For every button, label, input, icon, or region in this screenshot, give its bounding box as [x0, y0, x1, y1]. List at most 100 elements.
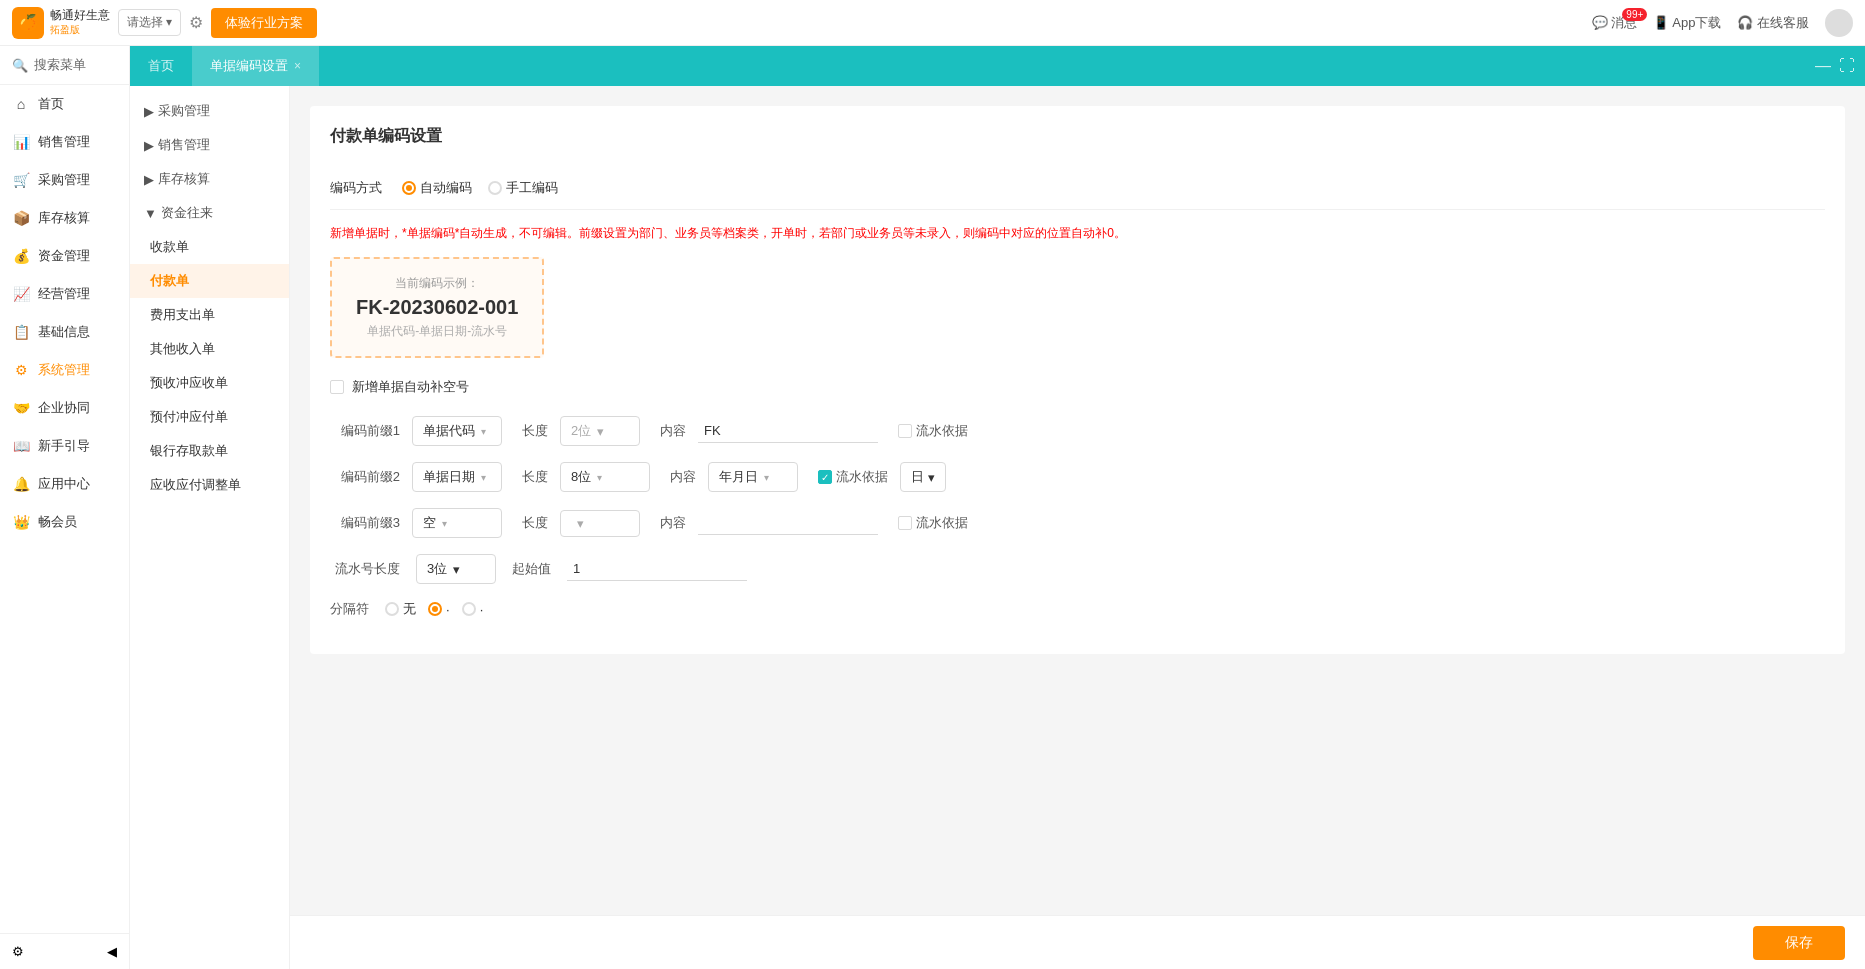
search-icon: 🔍: [12, 58, 28, 73]
prefix2-select[interactable]: 单据日期 ▾: [412, 462, 502, 492]
length1-select[interactable]: 2位 ▾: [560, 416, 640, 446]
sidebar-footer: ⚙ ◀: [0, 933, 129, 969]
sep-dash-option[interactable]: ·: [428, 602, 450, 617]
sidebar-search[interactable]: 🔍 搜索菜单: [0, 46, 129, 85]
auto-code-radio-circle: [402, 181, 416, 195]
maximize-icon[interactable]: ⛶: [1839, 57, 1855, 75]
serial3-check[interactable]: 流水依据: [898, 514, 968, 532]
sidebar-item-inventory[interactable]: 📦 库存核算: [0, 199, 129, 237]
prefix2-arrow: ▾: [481, 472, 486, 483]
sep-label: 分隔符: [330, 600, 369, 618]
home-icon: ⌂: [12, 95, 30, 113]
main-layout: 🔍 搜索菜单 ⌂ 首页 📊 销售管理 🛒 采购管理 📦 库存核算 💰 资: [0, 46, 1865, 969]
header-left: 🍊 畅通好生意 拓盈版 请选择 ▾ ⚙ 体验行业方案: [12, 7, 317, 39]
app-download[interactable]: 📱 App下载: [1653, 14, 1721, 32]
sub-item-bank[interactable]: 银行存取款单: [130, 434, 289, 468]
serial3-checkbox[interactable]: [898, 516, 912, 530]
sidebar-item-home[interactable]: ⌂ 首页: [0, 85, 129, 123]
tab-bar: 首页 单据编码设置 × — ⛶: [130, 46, 1865, 86]
sep-options: 无 · ·: [385, 600, 483, 618]
sub-group-purchase-title[interactable]: ▶ 采购管理: [130, 94, 289, 128]
prefix1-select[interactable]: 单据代码 ▾: [412, 416, 502, 446]
tab-home[interactable]: 首页: [130, 46, 192, 86]
prefix1-arrow: ▾: [481, 426, 486, 437]
tab-code-setting[interactable]: 单据编码设置 ×: [192, 46, 319, 86]
sub-item-payment[interactable]: 付款单: [130, 264, 289, 298]
start-value-input[interactable]: [567, 557, 747, 581]
sub-item-expense[interactable]: 费用支出单: [130, 298, 289, 332]
day-select[interactable]: 日 ▾: [900, 462, 946, 492]
sub-item-pre-receivable[interactable]: 预收冲应收单: [130, 366, 289, 400]
content-area: ▶ 采购管理 ▶ 销售管理 ▶ 库存核算: [130, 86, 1865, 969]
guide-icon: 📖: [12, 437, 30, 455]
sidebar-item-purchase[interactable]: 🛒 采购管理: [0, 161, 129, 199]
sub-group-arrow-purchase: ▶: [144, 104, 154, 119]
sidebar-item-system[interactable]: ⚙ 系统管理: [0, 351, 129, 389]
message-area[interactable]: 💬 消息 99+: [1592, 14, 1638, 32]
auto-code-radio[interactable]: 自动编码: [402, 179, 472, 197]
settings-footer-icon[interactable]: ⚙: [12, 944, 24, 959]
prefix1-label: 编码前缀1: [330, 422, 400, 440]
example-box: 当前编码示例： FK-20230602-001 单据代码-单据日期-流水号: [330, 257, 544, 358]
sub-item-pre-payable[interactable]: 预付冲应付单: [130, 400, 289, 434]
sidebar-item-finance[interactable]: 💰 资金管理: [0, 237, 129, 275]
message-badge: 99+: [1622, 8, 1647, 21]
company-dropdown[interactable]: 请选择 ▾: [118, 9, 181, 36]
tab-close-icon[interactable]: ×: [294, 59, 301, 73]
save-button[interactable]: 保存: [1753, 926, 1845, 960]
content2-select[interactable]: 年月日 ▾: [708, 462, 798, 492]
manual-code-radio[interactable]: 手工编码: [488, 179, 558, 197]
sub-group-arrow-sales: ▶: [144, 138, 154, 153]
length2-select[interactable]: 8位 ▾: [560, 462, 650, 492]
sn-length-label: 流水号长度: [330, 560, 400, 578]
sep-dot-option[interactable]: ·: [462, 602, 484, 617]
sidebar-item-sales[interactable]: 📊 销售管理: [0, 123, 129, 161]
content1-input[interactable]: [698, 419, 878, 443]
prefix2-label: 编码前缀2: [330, 468, 400, 486]
basic-info-icon: 📋: [12, 323, 30, 341]
content3-input[interactable]: [698, 511, 878, 535]
settings-icon[interactable]: ⚙: [189, 13, 203, 32]
auto-fill-checkbox[interactable]: [330, 380, 344, 394]
sidebar-item-apps[interactable]: 🔔 应用中心: [0, 465, 129, 503]
sidebar-item-operations[interactable]: 📈 经营管理: [0, 275, 129, 313]
length3-select[interactable]: ▾: [560, 510, 640, 537]
online-service[interactable]: 🎧 在线客服: [1737, 14, 1809, 32]
serial1-check[interactable]: 流水依据: [898, 422, 968, 440]
sn-length-select[interactable]: 3位 ▾: [416, 554, 496, 584]
trial-button[interactable]: 体验行业方案: [211, 8, 317, 38]
enterprise-icon: 🤝: [12, 399, 30, 417]
page-title: 付款单编码设置: [330, 126, 1825, 147]
user-avatar[interactable]: [1825, 9, 1853, 37]
sub-item-adjustment[interactable]: 应收应付调整单: [130, 468, 289, 502]
serial2-check[interactable]: ✓ 流水依据: [818, 468, 888, 486]
sales-icon: 📊: [12, 133, 30, 151]
sub-group-inventory-title[interactable]: ▶ 库存核算: [130, 162, 289, 196]
sub-item-other-income[interactable]: 其他收入单: [130, 332, 289, 366]
prefix3-select[interactable]: 空 ▾: [412, 508, 502, 538]
length2-arrow: ▾: [597, 472, 602, 483]
top-header: 🍊 畅通好生意 拓盈版 请选择 ▾ ⚙ 体验行业方案 💬 消息 99+ 📱 Ap…: [0, 0, 1865, 46]
inventory-icon: 📦: [12, 209, 30, 227]
sidebar-item-member[interactable]: 👑 畅会员: [0, 503, 129, 541]
sub-group-sales-title[interactable]: ▶ 销售管理: [130, 128, 289, 162]
sub-group-capital-title[interactable]: ▼ 资金往来: [130, 196, 289, 230]
system-icon: ⚙: [12, 361, 30, 379]
minimize-icon[interactable]: —: [1815, 57, 1831, 75]
sep-row: 分隔符 无 ·: [330, 600, 1825, 618]
logo-text: 畅通好生意 拓盈版: [50, 8, 110, 38]
length3-arrow: ▾: [577, 516, 584, 531]
sidebar-item-enterprise[interactable]: 🤝 企业协同: [0, 389, 129, 427]
message-icon: 💬: [1592, 15, 1608, 30]
sep-none-option[interactable]: 无: [385, 600, 416, 618]
collapse-icon[interactable]: ◀: [107, 944, 117, 959]
serial2-checkbox[interactable]: ✓: [818, 470, 832, 484]
sidebar-item-basic-info[interactable]: 📋 基础信息: [0, 313, 129, 351]
length2-label: 长度: [522, 468, 548, 486]
sub-item-receipt[interactable]: 收款单: [130, 230, 289, 264]
serial1-checkbox[interactable]: [898, 424, 912, 438]
length1-arrow: ▾: [597, 424, 604, 439]
content3-label: 内容: [660, 514, 686, 532]
sidebar-item-guide[interactable]: 📖 新手引导: [0, 427, 129, 465]
main-content: 付款单编码设置 编码方式 自动编码 手: [290, 86, 1865, 915]
